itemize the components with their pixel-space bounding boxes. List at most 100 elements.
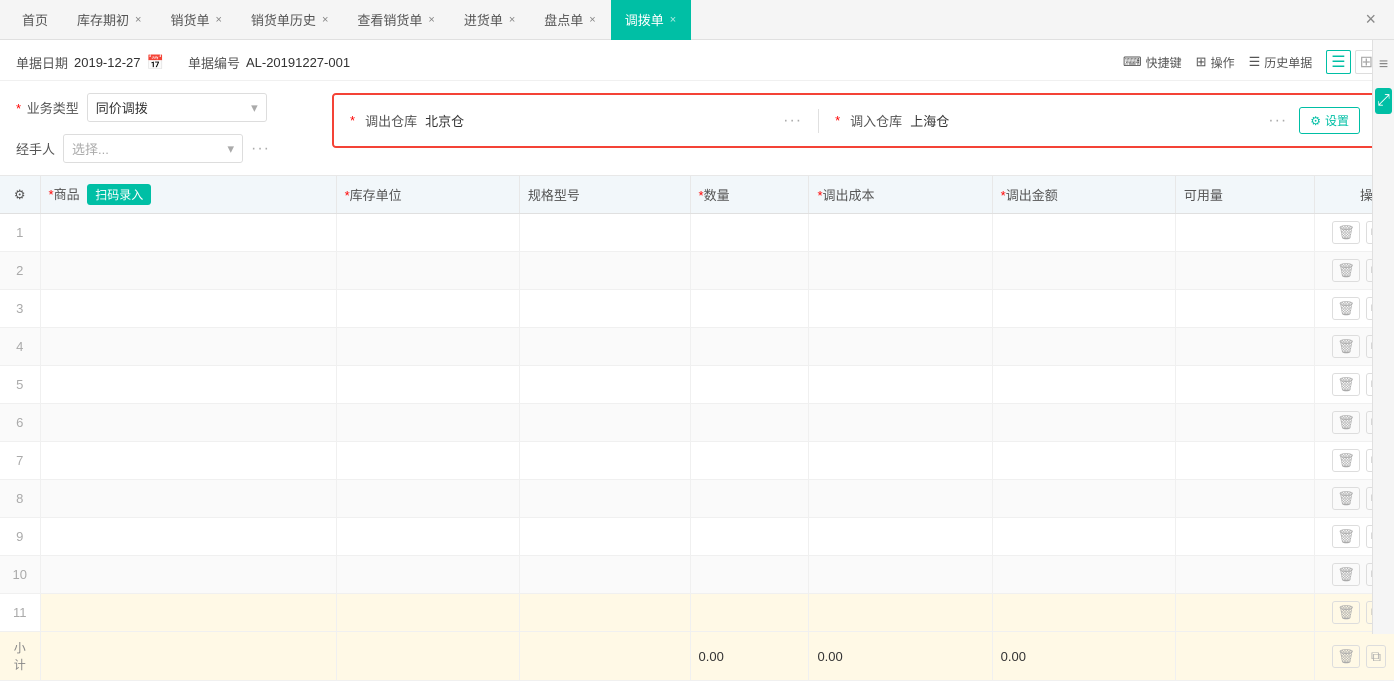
available-cell-3[interactable] bbox=[1175, 290, 1314, 328]
amount-cell-8[interactable] bbox=[992, 480, 1175, 518]
qty-cell-2[interactable] bbox=[690, 252, 809, 290]
available-cell-10[interactable] bbox=[1175, 556, 1314, 594]
biz-type-select[interactable]: 同价调拨 ▾ bbox=[87, 93, 267, 122]
delete-icon-10[interactable]: 🗑 bbox=[1332, 563, 1360, 586]
qty-cell-5[interactable] bbox=[690, 366, 809, 404]
spec-cell-5[interactable] bbox=[519, 366, 690, 404]
amount-cell-5[interactable] bbox=[992, 366, 1175, 404]
amount-cell-10[interactable] bbox=[992, 556, 1175, 594]
available-cell-5[interactable] bbox=[1175, 366, 1314, 404]
shortcuts-button[interactable]: ⌨ 快捷键 bbox=[1123, 54, 1182, 71]
delete-icon-6[interactable]: 🗑 bbox=[1332, 411, 1360, 434]
product-cell-4[interactable] bbox=[40, 328, 336, 366]
history-button[interactable]: ☰ 历史单据 bbox=[1249, 54, 1313, 71]
spec-cell-7[interactable] bbox=[519, 442, 690, 480]
unit-cell-2[interactable] bbox=[336, 252, 519, 290]
spec-cell-2[interactable] bbox=[519, 252, 690, 290]
cost-cell-11[interactable] bbox=[809, 594, 992, 632]
spec-cell-1[interactable] bbox=[519, 214, 690, 252]
tab-bar-close-button[interactable]: × bbox=[1355, 9, 1386, 30]
unit-cell-3[interactable] bbox=[336, 290, 519, 328]
product-cell-11[interactable] bbox=[40, 594, 336, 632]
delete-icon-5[interactable]: 🗑 bbox=[1332, 373, 1360, 396]
product-cell-5[interactable] bbox=[40, 366, 336, 404]
available-cell-4[interactable] bbox=[1175, 328, 1314, 366]
unit-cell-7[interactable] bbox=[336, 442, 519, 480]
unit-cell-4[interactable] bbox=[336, 328, 519, 366]
cost-cell-8[interactable] bbox=[809, 480, 992, 518]
product-cell-1[interactable] bbox=[40, 214, 336, 252]
qty-cell-6[interactable] bbox=[690, 404, 809, 442]
out-warehouse-more-button[interactable]: ··· bbox=[783, 112, 802, 130]
delete-icon-2[interactable]: 🗑 bbox=[1332, 259, 1360, 282]
unit-cell-1[interactable] bbox=[336, 214, 519, 252]
qty-cell-10[interactable] bbox=[690, 556, 809, 594]
amount-cell-1[interactable] bbox=[992, 214, 1175, 252]
available-cell-2[interactable] bbox=[1175, 252, 1314, 290]
delete-icon-4[interactable]: 🗑 bbox=[1332, 335, 1360, 358]
tab-close-sales-order[interactable]: × bbox=[215, 14, 221, 26]
amount-cell-2[interactable] bbox=[992, 252, 1175, 290]
cost-cell-5[interactable] bbox=[809, 366, 992, 404]
delete-icon-8[interactable]: 🗑 bbox=[1332, 487, 1360, 510]
available-cell-1[interactable] bbox=[1175, 214, 1314, 252]
product-cell-9[interactable] bbox=[40, 518, 336, 556]
settings-button[interactable]: ⚙ 设置 bbox=[1299, 107, 1360, 134]
spec-cell-8[interactable] bbox=[519, 480, 690, 518]
tab-close-inventory-check[interactable]: × bbox=[589, 14, 595, 26]
tab-sales-order[interactable]: 销货单 × bbox=[156, 0, 236, 40]
in-warehouse-more-button[interactable]: ··· bbox=[1268, 112, 1287, 130]
scan-entry-button[interactable]: 扫码录入 bbox=[87, 184, 151, 205]
product-cell-10[interactable] bbox=[40, 556, 336, 594]
spec-cell-9[interactable] bbox=[519, 518, 690, 556]
sidebar-expand-icon[interactable]: ⤢ bbox=[1375, 88, 1392, 114]
cost-cell-10[interactable] bbox=[809, 556, 992, 594]
tab-close-inventory-init[interactable]: × bbox=[135, 14, 141, 26]
tab-inventory-check[interactable]: 盘点单 × bbox=[530, 0, 610, 40]
tab-close-transfer-order[interactable]: × bbox=[670, 14, 676, 26]
spec-cell-3[interactable] bbox=[519, 290, 690, 328]
layout-list-icon[interactable]: ☰ bbox=[1326, 50, 1350, 74]
unit-cell-8[interactable] bbox=[336, 480, 519, 518]
operations-button[interactable]: ⊞ 操作 bbox=[1196, 54, 1235, 71]
tab-transfer-order[interactable]: 调拨单 × bbox=[611, 0, 691, 40]
qty-cell-4[interactable] bbox=[690, 328, 809, 366]
cost-cell-3[interactable] bbox=[809, 290, 992, 328]
product-cell-7[interactable] bbox=[40, 442, 336, 480]
qty-cell-11[interactable] bbox=[690, 594, 809, 632]
handler-select[interactable]: 选择... ▾ bbox=[63, 134, 243, 163]
tab-purchase-order[interactable]: 进货单 × bbox=[450, 0, 530, 40]
available-cell-7[interactable] bbox=[1175, 442, 1314, 480]
unit-cell-11[interactable] bbox=[336, 594, 519, 632]
unit-cell-9[interactable] bbox=[336, 518, 519, 556]
spec-cell-10[interactable] bbox=[519, 556, 690, 594]
amount-cell-11[interactable] bbox=[992, 594, 1175, 632]
unit-cell-5[interactable] bbox=[336, 366, 519, 404]
tab-inventory-init[interactable]: 库存期初 × bbox=[63, 0, 156, 40]
cost-cell-1[interactable] bbox=[809, 214, 992, 252]
cost-cell-6[interactable] bbox=[809, 404, 992, 442]
amount-cell-9[interactable] bbox=[992, 518, 1175, 556]
tab-close-view-sales[interactable]: × bbox=[428, 14, 434, 26]
delete-icon-3[interactable]: 🗑 bbox=[1332, 297, 1360, 320]
product-cell-8[interactable] bbox=[40, 480, 336, 518]
tab-home[interactable]: 首页 bbox=[8, 0, 63, 40]
delete-icon-1[interactable]: 🗑 bbox=[1332, 221, 1360, 244]
cost-cell-7[interactable] bbox=[809, 442, 992, 480]
handler-more-button[interactable]: ··· bbox=[251, 140, 270, 158]
cost-cell-4[interactable] bbox=[809, 328, 992, 366]
unit-cell-10[interactable] bbox=[336, 556, 519, 594]
tab-sales-history[interactable]: 销货单历史 × bbox=[237, 0, 343, 40]
tab-close-purchase-order[interactable]: × bbox=[509, 14, 515, 26]
qty-cell-3[interactable] bbox=[690, 290, 809, 328]
delete-icon-11[interactable]: 🗑 bbox=[1332, 601, 1360, 624]
sidebar-list-icon[interactable]: ≡ bbox=[1379, 50, 1388, 80]
spec-cell-4[interactable] bbox=[519, 328, 690, 366]
product-cell-2[interactable] bbox=[40, 252, 336, 290]
qty-cell-7[interactable] bbox=[690, 442, 809, 480]
available-cell-8[interactable] bbox=[1175, 480, 1314, 518]
amount-cell-7[interactable] bbox=[992, 442, 1175, 480]
tab-close-sales-history[interactable]: × bbox=[322, 14, 328, 26]
product-cell-6[interactable] bbox=[40, 404, 336, 442]
unit-cell-6[interactable] bbox=[336, 404, 519, 442]
